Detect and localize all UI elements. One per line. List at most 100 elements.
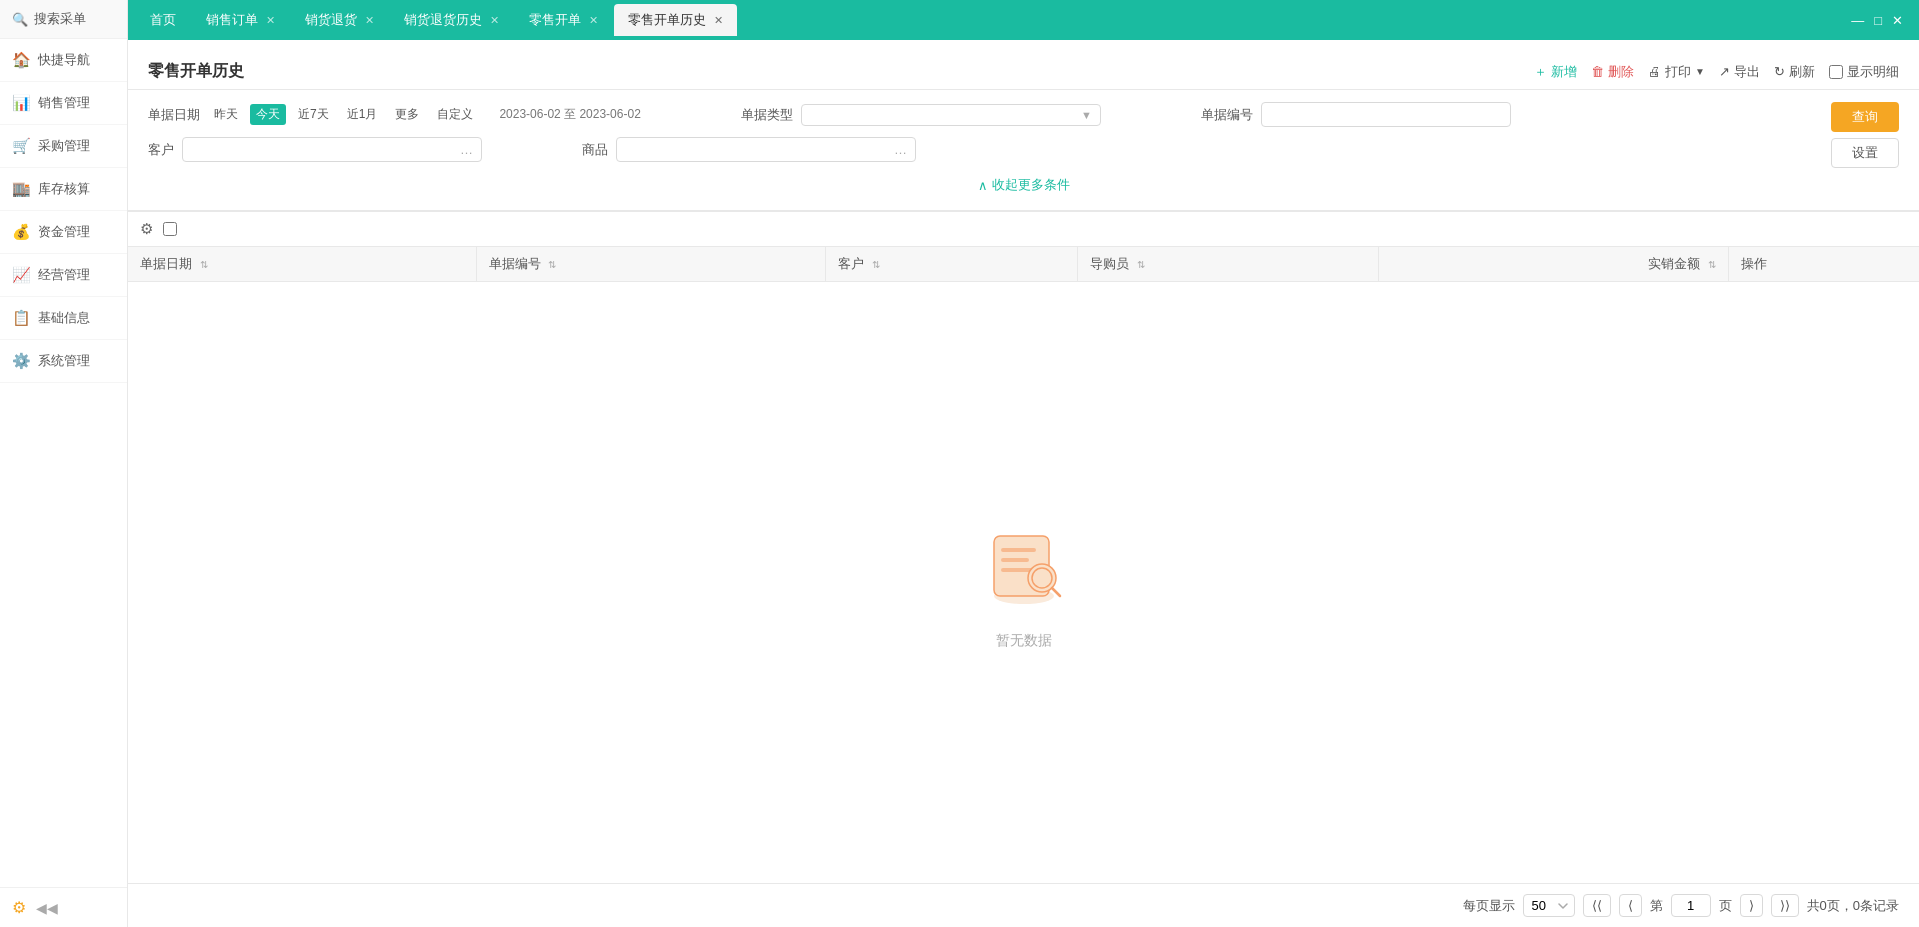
filter-settings-button[interactable]: 设置 — [1831, 138, 1899, 168]
operations-icon: 📈 — [12, 266, 30, 284]
content-area: 零售开单历史 ＋ 新增 🗑 删除 🖨 打印 ▼ ↗ 导出 — [128, 40, 1919, 927]
col-date-label: 单据日期 — [140, 256, 192, 271]
sidebar-item-purchase-mgmt[interactable]: 🛒 采购管理 — [0, 125, 127, 168]
first-page-button[interactable]: ⟨⟨ — [1583, 894, 1611, 917]
ellipsis-icon: … — [460, 142, 473, 157]
doc-number-input[interactable] — [1261, 102, 1511, 127]
prev-page-button[interactable]: ⟨ — [1619, 894, 1642, 917]
date-filter-field: 单据日期 昨天 今天 近7天 近1月 更多 自定义 — [148, 104, 479, 125]
query-button[interactable]: 查询 — [1831, 102, 1899, 132]
product-filter-field: 商品 … — [582, 137, 916, 162]
tab-sales-order[interactable]: 销售订单 ✕ — [192, 4, 289, 36]
sidebar-item-quick-nav[interactable]: 🏠 快捷导航 — [0, 39, 127, 82]
sort-icon[interactable]: ⇅ — [548, 259, 556, 270]
tab-sales-return[interactable]: 销货退货 ✕ — [291, 4, 388, 36]
last7-btn[interactable]: 近7天 — [292, 104, 335, 125]
collapse-bar[interactable]: ∧ 收起更多条件 — [148, 172, 1899, 198]
delete-button[interactable]: 🗑 删除 — [1591, 63, 1634, 81]
close-icon[interactable]: ✕ — [365, 14, 374, 27]
sidebar-item-label: 资金管理 — [38, 223, 90, 241]
svg-rect-5 — [1001, 568, 1033, 572]
sidebar-item-operations[interactable]: 📈 经营管理 — [0, 254, 127, 297]
sidebar-item-basic-info[interactable]: 📋 基础信息 — [0, 297, 127, 340]
sidebar-search[interactable]: 🔍 搜索采单 — [0, 0, 127, 39]
tab-sales-order-label: 销售订单 — [206, 11, 258, 29]
doc-type-label: 单据类型 — [741, 106, 793, 124]
customer-input[interactable]: … — [182, 137, 482, 162]
ellipsis-icon: … — [894, 142, 907, 157]
last-page-button[interactable]: ⟩⟩ — [1771, 894, 1799, 917]
close-icon[interactable]: ✕ — [490, 14, 499, 27]
table-toolbar: ⚙ — [128, 212, 1919, 247]
delete-icon: 🗑 — [1591, 64, 1604, 79]
add-button[interactable]: ＋ 新增 — [1534, 63, 1577, 81]
home-icon: 🏠 — [12, 51, 30, 69]
col-customer: 客户 ⇅ — [826, 247, 1078, 282]
header-actions: ＋ 新增 🗑 删除 🖨 打印 ▼ ↗ 导出 ↻ 刷新 — [1534, 63, 1899, 81]
doc-type-select[interactable]: ▼ — [801, 104, 1101, 126]
tab-sales-return-history[interactable]: 销货退货历史 ✕ — [390, 4, 513, 36]
sort-icon[interactable]: ⇅ — [200, 259, 208, 270]
maximize-button[interactable]: □ — [1874, 13, 1882, 28]
empty-text: 暂无数据 — [996, 632, 1052, 650]
tab-retail-history[interactable]: 零售开单历史 ✕ — [614, 4, 737, 36]
select-all-checkbox[interactable] — [163, 222, 177, 236]
cart-icon: 🛒 — [12, 137, 30, 155]
minimize-button[interactable]: — — [1851, 13, 1864, 28]
display-detail-checkbox[interactable] — [1829, 65, 1843, 79]
settings-gear-button[interactable]: ⚙ — [12, 898, 26, 917]
today-btn[interactable]: 今天 — [250, 104, 286, 125]
svg-rect-3 — [1001, 548, 1036, 552]
page-number-input[interactable] — [1671, 894, 1711, 917]
sidebar-item-label: 销售管理 — [38, 94, 90, 112]
doc-number-label: 单据编号 — [1201, 106, 1253, 124]
product-input[interactable]: … — [616, 137, 916, 162]
close-icon[interactable]: ✕ — [714, 14, 723, 27]
display-detail-label: 显示明细 — [1847, 63, 1899, 81]
collapse-sidebar-button[interactable]: ◀◀ — [36, 900, 58, 916]
sort-icon[interactable]: ⇅ — [1137, 259, 1145, 270]
export-button[interactable]: ↗ 导出 — [1719, 63, 1760, 81]
last1month-btn[interactable]: 近1月 — [341, 104, 384, 125]
close-icon[interactable]: ✕ — [266, 14, 275, 27]
date-label: 单据日期 — [148, 106, 200, 124]
sidebar-search-label: 搜索采单 — [34, 10, 86, 28]
print-button[interactable]: 🖨 打印 ▼ — [1648, 63, 1705, 81]
chevron-down-icon: ▼ — [1081, 109, 1092, 121]
sort-icon[interactable]: ⇅ — [1708, 259, 1716, 270]
col-amount: 实销金额 ⇅ — [1378, 247, 1728, 282]
sidebar: 🔍 搜索采单 🏠 快捷导航 📊 销售管理 🛒 采购管理 🏬 库存核算 💰 资金管… — [0, 0, 128, 927]
filter-row-2: 客户 … 商品 … — [148, 137, 1899, 162]
sort-icon[interactable]: ⇅ — [872, 259, 880, 270]
tab-retail-history-label: 零售开单历史 — [628, 11, 706, 29]
display-detail-button[interactable]: 显示明细 — [1829, 63, 1899, 81]
custom-btn[interactable]: 自定义 — [431, 104, 479, 125]
money-icon: 💰 — [12, 223, 30, 241]
sidebar-item-label: 采购管理 — [38, 137, 90, 155]
close-icon[interactable]: ✕ — [589, 14, 598, 27]
tab-retail-open[interactable]: 零售开单 ✕ — [515, 4, 612, 36]
col-salesperson-label: 导购员 — [1090, 256, 1129, 271]
sidebar-item-inventory[interactable]: 🏬 库存核算 — [0, 168, 127, 211]
col-number: 单据编号 ⇅ — [476, 247, 826, 282]
window-close-button[interactable]: ✕ — [1892, 13, 1903, 28]
next-page-button[interactable]: ⟩ — [1740, 894, 1763, 917]
sidebar-bottom: ⚙ ◀◀ — [0, 887, 127, 927]
refresh-button[interactable]: ↻ 刷新 — [1774, 63, 1815, 81]
sidebar-item-system[interactable]: ⚙️ 系统管理 — [0, 340, 127, 383]
more-btn[interactable]: 更多 — [389, 104, 425, 125]
filter-row-1: 单据日期 昨天 今天 近7天 近1月 更多 自定义 2023-06-02 至 2… — [148, 102, 1899, 127]
pagination-info: 共0页，0条记录 — [1807, 897, 1899, 915]
tab-home[interactable]: 首页 — [136, 4, 190, 36]
per-page-select[interactable]: 50 10 20 100 — [1523, 894, 1575, 917]
col-salesperson: 导购员 ⇅ — [1078, 247, 1379, 282]
yesterday-btn[interactable]: 昨天 — [208, 104, 244, 125]
print-arrow-icon: ▼ — [1695, 66, 1705, 77]
filter-action-buttons: 查询 设置 — [1831, 102, 1899, 168]
data-table: 单据日期 ⇅ 单据编号 ⇅ 客户 ⇅ 导购员 ⇅ — [128, 247, 1919, 282]
table-settings-icon[interactable]: ⚙ — [140, 220, 153, 238]
sidebar-item-finance[interactable]: 💰 资金管理 — [0, 211, 127, 254]
doc-type-filter-field: 单据类型 ▼ — [741, 104, 1101, 126]
sidebar-item-sales-mgmt[interactable]: 📊 销售管理 — [0, 82, 127, 125]
page-number-suffix: 页 — [1719, 897, 1732, 915]
